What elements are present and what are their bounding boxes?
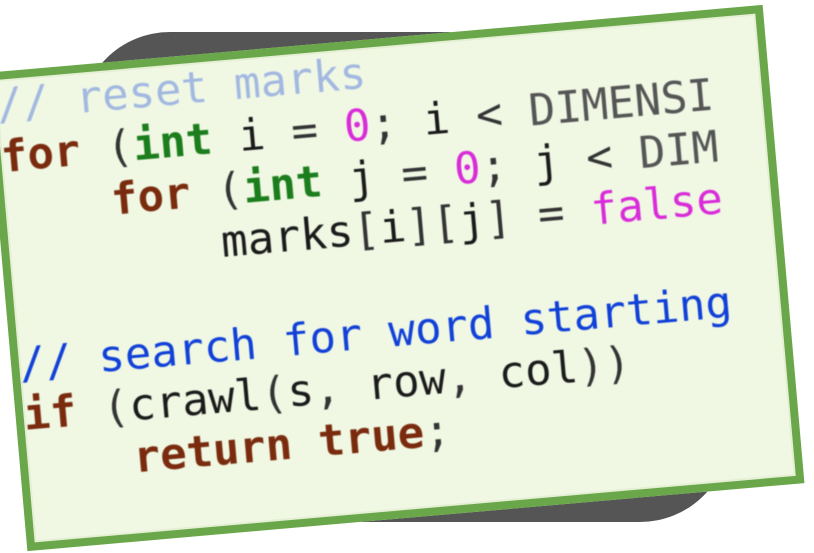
stage: // reset marksfor (int i = 0; i < DIMENS… <box>0 0 814 553</box>
code-token: < <box>474 86 531 141</box>
code-token: DIM <box>637 121 721 179</box>
code-token: )) <box>576 337 633 392</box>
code-block: // reset marksfor (int i = 0; i < DIMENS… <box>0 14 792 494</box>
code-token: < <box>584 128 641 183</box>
code-token: int <box>241 156 325 214</box>
code-token: j <box>320 149 404 207</box>
code-token: ( <box>188 163 245 218</box>
code-token: ][ <box>404 196 461 251</box>
code-token: j <box>531 133 588 188</box>
code-token: ] = <box>483 185 593 245</box>
code-token: = <box>289 102 346 157</box>
code-token <box>26 433 136 493</box>
code-token: if <box>21 386 78 441</box>
code-token: ( <box>78 120 135 175</box>
code-token: true <box>316 408 426 468</box>
code-token: , <box>312 360 369 415</box>
code-token: ; <box>478 137 535 192</box>
code-token: for <box>109 167 193 225</box>
code-token <box>3 174 113 234</box>
code-token: for <box>0 125 82 183</box>
code-token: ( <box>74 381 131 436</box>
code-token: int <box>131 113 215 171</box>
code-token: false <box>588 173 724 235</box>
code-frame: // reset marksfor (int i = 0; i < DIMENS… <box>0 5 804 551</box>
code-token: , <box>444 349 501 404</box>
code-token <box>12 285 43 338</box>
code-token: ; <box>368 95 425 150</box>
code-token: i <box>421 90 478 145</box>
code-token: i <box>210 106 294 164</box>
code-token: ; <box>422 405 453 458</box>
code-token: = <box>399 144 456 199</box>
code-token: row <box>364 353 448 411</box>
code-token: col <box>496 342 580 400</box>
